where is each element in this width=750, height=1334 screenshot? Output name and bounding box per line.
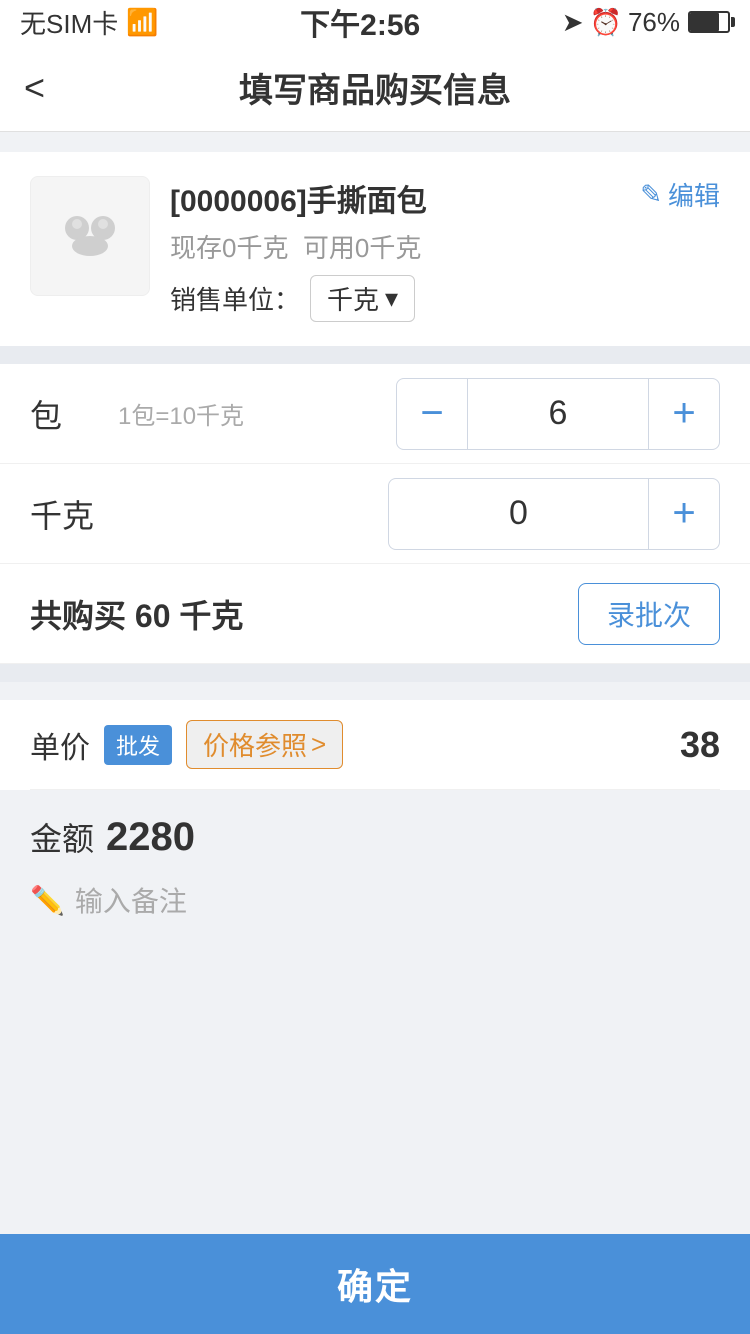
product-card: [0000006]手撕面包 现存0千克 可用0千克 销售单位： 千克 ▾ ✎ 编…	[0, 152, 750, 346]
amount-section: 金额 2280 ✏️ 输入备注	[0, 790, 750, 936]
price-label: 单价	[30, 723, 90, 767]
edit-icon: ✎	[640, 179, 662, 210]
amount-label: 金额	[30, 814, 94, 860]
status-bar: 无SIM卡 📶 下午2:56 ➤ ⏰ 76%	[0, 0, 750, 44]
total-text: 共购买 60 千克	[30, 591, 243, 637]
battery-icon	[688, 11, 730, 33]
section-divider-2	[0, 664, 750, 682]
package-increment-button[interactable]: +	[648, 378, 720, 450]
input-section: 包 1包=10千克 − + 千克 + 共购买 60 千克 录批次	[0, 364, 750, 664]
wifi-icon: 📶	[126, 7, 158, 38]
total-row: 共购买 60 千克 录批次	[0, 564, 750, 664]
price-reference-button[interactable]: 价格参照 >	[186, 720, 343, 769]
price-tag: 批发	[104, 725, 172, 765]
back-button[interactable]: <	[24, 67, 45, 109]
confirm-button[interactable]: 确定	[0, 1234, 750, 1334]
nav-bar: < 填写商品购买信息	[0, 44, 750, 132]
price-section: 单价 批发 价格参照 > 38	[0, 700, 750, 790]
status-time: 下午2:56	[300, 0, 420, 44]
edit-button[interactable]: ✎ 编辑	[640, 176, 720, 213]
price-row: 单价 批发 价格参照 > 38	[30, 700, 720, 790]
bottom-spacer	[0, 936, 750, 1236]
total-amount: 60	[135, 598, 171, 634]
section-divider-1	[0, 346, 750, 364]
package-decrement-button[interactable]: −	[396, 378, 468, 450]
package-input-row: 包 1包=10千克 − +	[0, 364, 750, 464]
pencil-icon: ✏️	[30, 884, 65, 917]
batch-button[interactable]: 录批次	[578, 583, 720, 645]
product-unit-row: 销售单位： 千克 ▾	[170, 275, 720, 322]
product-name: [0000006]手撕面包	[170, 176, 720, 220]
alarm-icon: ⏰	[590, 7, 622, 38]
package-sublabel: 1包=10千克	[118, 396, 244, 431]
price-value: 38	[680, 724, 720, 766]
price-ref-label: 价格参照	[203, 726, 307, 763]
remark-row[interactable]: ✏️ 输入备注	[30, 880, 720, 920]
dropdown-arrow-icon: ▾	[385, 283, 398, 314]
price-ref-arrow-icon: >	[311, 729, 326, 760]
kg-controls: +	[388, 478, 720, 550]
package-label: 包	[30, 391, 110, 437]
location-icon: ➤	[562, 7, 584, 38]
remark-placeholder: 输入备注	[75, 880, 187, 920]
kg-input-row: 千克 +	[0, 464, 750, 564]
status-right: ➤ ⏰ 76%	[562, 7, 730, 38]
package-controls: − +	[396, 378, 720, 450]
kg-quantity-input[interactable]	[388, 478, 648, 550]
kg-label: 千克	[30, 491, 110, 537]
package-quantity-input[interactable]	[468, 378, 648, 450]
carrier-label: 无SIM卡	[20, 4, 118, 41]
product-stock: 现存0千克 可用0千克	[170, 228, 720, 265]
product-image	[30, 176, 150, 296]
battery-percent: 76%	[628, 7, 680, 38]
status-left: 无SIM卡 📶	[20, 4, 159, 41]
unit-selector[interactable]: 千克 ▾	[310, 275, 415, 322]
product-info: [0000006]手撕面包 现存0千克 可用0千克 销售单位： 千克 ▾	[170, 176, 720, 322]
amount-row: 金额 2280	[30, 814, 720, 860]
kg-increment-button[interactable]: +	[648, 478, 720, 550]
amount-value: 2280	[106, 815, 195, 860]
page-title: 填写商品购买信息	[239, 63, 511, 112]
